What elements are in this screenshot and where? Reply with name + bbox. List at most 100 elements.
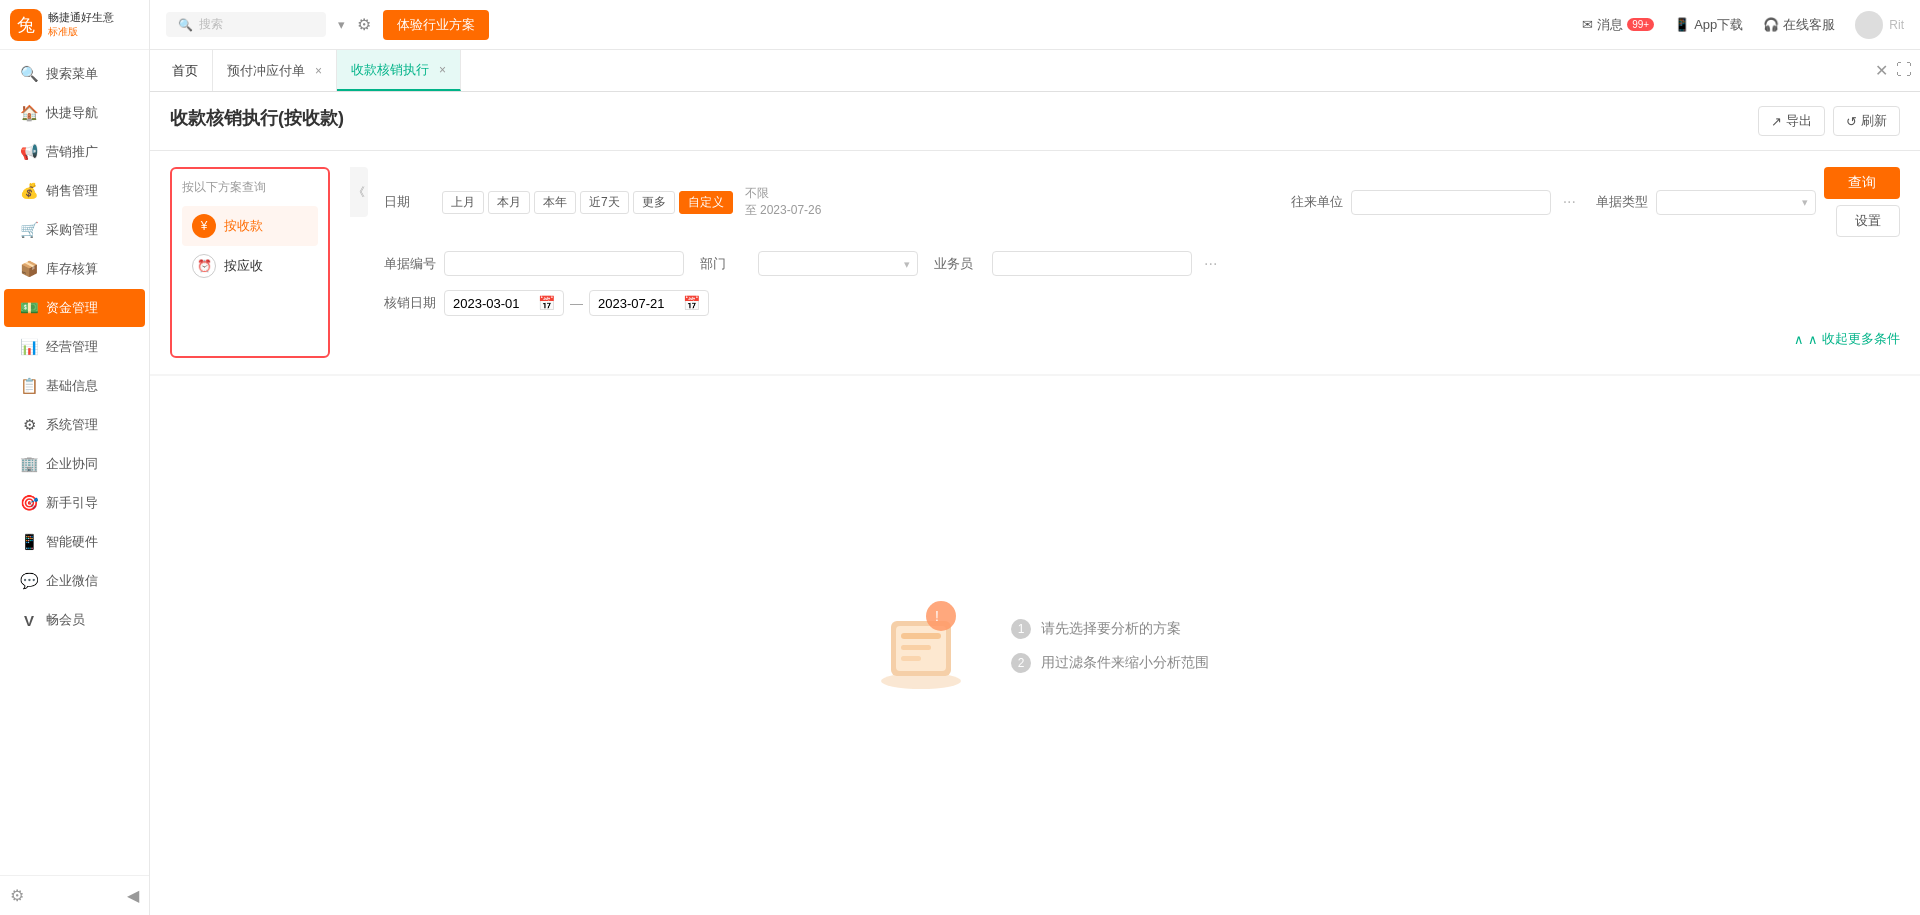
tab-prepay-close[interactable]: ×	[315, 64, 322, 78]
svg-rect-4	[901, 645, 931, 650]
tab-prepay[interactable]: 预付冲应付单 ×	[213, 50, 337, 91]
app-edition: 标准版	[48, 25, 114, 39]
dept-label: 部门	[700, 255, 750, 273]
sidebar-item-search[interactable]: 🔍 搜索菜单	[4, 55, 145, 93]
header-gear-icon[interactable]: ⚙	[357, 15, 371, 34]
verify-date-range: 2023-03-01 📅 — 2023-07-21 📅	[444, 290, 709, 316]
date-no-limit: 不限	[745, 185, 822, 202]
top-header: 🔍 搜索 ▾ ⚙ 体验行业方案 ✉ 消息 99+ 📱 App下载 🎧 在线客服	[150, 0, 1920, 50]
doctype-select[interactable]	[1656, 190, 1816, 215]
sidebar-menu: 🔍 搜索菜单 🏠 快捷导航 📢 营销推广 💰 销售管理 🛒 采购管理 📦 库存核…	[0, 50, 149, 875]
app-download-btn[interactable]: 📱 App下载	[1674, 16, 1743, 34]
sidebar-item-beginner[interactable]: 🎯 新手引导	[4, 484, 145, 522]
search-icon: 🔍	[178, 18, 193, 32]
export-btn[interactable]: ↗ 导出	[1758, 106, 1825, 136]
date-label: 日期	[384, 193, 434, 211]
main-area: 🔍 搜索 ▾ ⚙ 体验行业方案 ✉ 消息 99+ 📱 App下载 🎧 在线客服	[150, 0, 1920, 915]
sidebar-item-member[interactable]: V 畅会员	[4, 601, 145, 639]
filter-collapse-btn[interactable]: 《	[350, 167, 368, 217]
partner-more-dots[interactable]: ···	[1559, 193, 1580, 211]
sidebar-item-smart-hw[interactable]: 📱 智能硬件	[4, 523, 145, 561]
date-last-month[interactable]: 上月	[442, 191, 484, 214]
footer-collapse-icon[interactable]: ◀	[127, 886, 139, 905]
sidebar-item-inventory[interactable]: 📦 库存核算	[4, 250, 145, 288]
message-btn[interactable]: ✉ 消息 99+	[1582, 16, 1654, 34]
inventory-icon: 📦	[20, 260, 38, 278]
salesperson-input[interactable]	[992, 251, 1192, 276]
cal-start-icon: 📅	[538, 295, 555, 311]
empty-illustration: !	[861, 586, 981, 706]
industry-btn[interactable]: 体验行业方案	[383, 10, 489, 40]
sidebar-item-marketing[interactable]: 📢 营销推广	[4, 133, 145, 171]
page-actions: ↗ 导出 ↺ 刷新	[1758, 106, 1900, 150]
sidebar-item-enterprise[interactable]: 🏢 企业协同	[4, 445, 145, 483]
tab-receipt-verify[interactable]: 收款核销执行 ×	[337, 50, 461, 91]
partner-input[interactable]	[1351, 190, 1551, 215]
tab-home[interactable]: 首页	[158, 50, 213, 91]
tab-receipt-close[interactable]: ×	[439, 63, 446, 77]
salesperson-more-dots[interactable]: ···	[1200, 255, 1221, 273]
date-more[interactable]: 更多	[633, 191, 675, 214]
enterprise-icon: 🏢	[20, 455, 38, 473]
docno-input[interactable]	[444, 251, 684, 276]
sidebar-item-base-info[interactable]: 📋 基础信息	[4, 367, 145, 405]
page-title: 收款核销执行(按收款)	[170, 106, 344, 144]
date-7days[interactable]: 近7天	[580, 191, 629, 214]
service-icon: 🎧	[1763, 17, 1779, 32]
refresh-icon: ↺	[1846, 114, 1857, 129]
verify-date-start[interactable]: 2023-03-01 📅	[444, 290, 564, 316]
user-area[interactable]: Rit	[1855, 11, 1904, 39]
sidebar-footer: ⚙ ◀	[0, 875, 149, 915]
verify-date-group: 核销日期 2023-03-01 📅 — 2023-07-21 📅	[384, 290, 709, 316]
date-to-display: 至 2023-07-26	[745, 202, 822, 219]
setting-btn[interactable]: 设置	[1836, 205, 1900, 237]
tab-maximize-icon[interactable]: ⛶	[1896, 61, 1912, 80]
sidebar-item-quick-nav[interactable]: 🏠 快捷导航	[4, 94, 145, 132]
query-panel: 按以下方案查询 ¥ 按收款 ⏰ 按应收	[170, 167, 330, 358]
purchase-icon: 🛒	[20, 221, 38, 239]
sidebar-item-system[interactable]: ⚙ 系统管理	[4, 406, 145, 444]
sidebar-item-purchase[interactable]: 🛒 采购管理	[4, 211, 145, 249]
sidebar-item-weixin[interactable]: 💬 企业微信	[4, 562, 145, 600]
query-btn[interactable]: 查询	[1824, 167, 1900, 199]
date-this-year[interactable]: 本年	[534, 191, 576, 214]
filter-row-1: 日期 上月 本月 本年 近7天 更多 自定义 不限 至 2023-07-26	[384, 167, 1900, 237]
partner-group: 往来单位 ···	[1291, 190, 1580, 215]
sales-icon: 💰	[20, 182, 38, 200]
query-by-receipt[interactable]: ¥ 按收款	[182, 206, 318, 246]
marketing-icon: 📢	[20, 143, 38, 161]
sidebar-item-operation[interactable]: 📊 经营管理	[4, 328, 145, 366]
sidebar: 兔 畅捷通好生意 标准版 🔍 搜索菜单 🏠 快捷导航 📢 营销推广 💰 销售管理…	[0, 0, 150, 915]
tab-list: 首页 预付冲应付单 × 收款核销执行 ×	[158, 50, 461, 91]
collapse-more-btn[interactable]: ∧ ∧ 收起更多条件	[1794, 330, 1900, 348]
query-by-receivable[interactable]: ⏰ 按应收	[182, 246, 318, 286]
sidebar-item-sales[interactable]: 💰 销售管理	[4, 172, 145, 210]
dept-select-wrap	[758, 251, 918, 276]
date-group: 日期 上月 本月 本年 近7天 更多 自定义 不限 至 2023-07-26	[384, 185, 821, 219]
arrow-up-icon: ∧ ∧	[1794, 332, 1818, 347]
empty-hint-2: 2 用过滤条件来缩小分析范围	[1011, 653, 1209, 673]
operation-icon: 📊	[20, 338, 38, 356]
svg-rect-3	[901, 633, 941, 639]
date-shortcuts: 上月 本月 本年 近7天 更多 自定义	[442, 191, 733, 214]
search-bar[interactable]: 🔍 搜索	[166, 12, 326, 37]
dept-select[interactable]	[758, 251, 918, 276]
svg-point-6	[926, 601, 956, 631]
date-this-month[interactable]: 本月	[488, 191, 530, 214]
verify-date-label: 核销日期	[384, 294, 436, 312]
weixin-icon: 💬	[20, 572, 38, 590]
hint-num-1: 1	[1011, 619, 1031, 639]
receipt-icon: ¥	[192, 214, 216, 238]
header-chevron-icon[interactable]: ▾	[338, 17, 345, 32]
footer-settings-icon[interactable]: ⚙	[10, 886, 24, 905]
svg-rect-5	[901, 656, 921, 661]
partner-label: 往来单位	[1291, 193, 1343, 211]
refresh-btn[interactable]: ↺ 刷新	[1833, 106, 1900, 136]
tab-close-icon[interactable]: ✕	[1875, 61, 1888, 80]
sidebar-item-finance[interactable]: 💵 资金管理	[4, 289, 145, 327]
logo-area: 兔 畅捷通好生意 标准版	[0, 0, 149, 50]
online-service-btn[interactable]: 🎧 在线客服	[1763, 16, 1835, 34]
verify-date-end[interactable]: 2023-07-21 📅	[589, 290, 709, 316]
date-custom[interactable]: 自定义	[679, 191, 733, 214]
avatar	[1855, 11, 1883, 39]
